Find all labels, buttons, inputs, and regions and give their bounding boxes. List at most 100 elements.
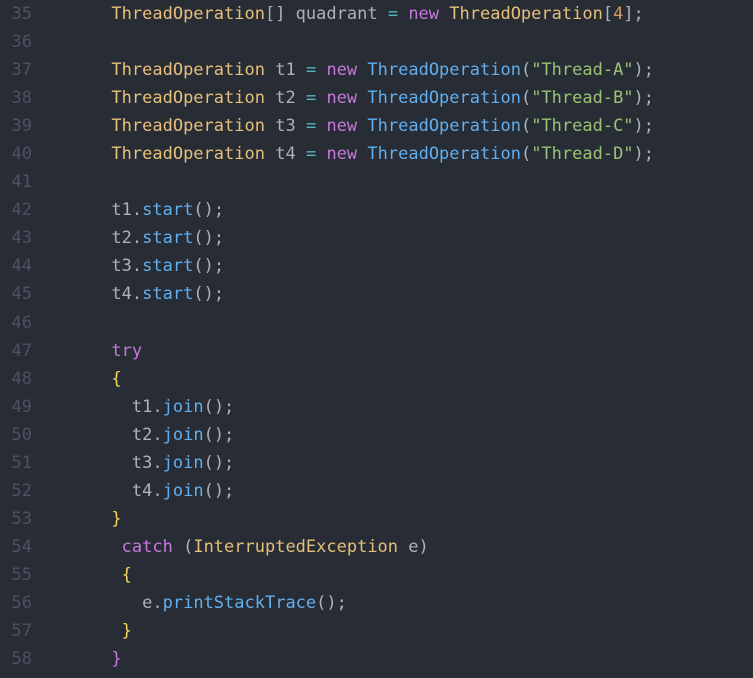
code-line[interactable]: ThreadOperation[] quadrant = new ThreadO… [50,0,753,28]
token-punct: [] [265,4,296,24]
token-kw: catch [122,537,173,557]
token-punct: (); [193,200,224,220]
line-number: 50 [0,421,32,449]
token-punct [357,116,367,136]
token-brace2: } [111,649,121,669]
token-str: "Thread-C" [531,116,633,136]
line-number: 41 [0,168,32,196]
token-punct: ) [419,537,429,557]
code-line[interactable]: ThreadOperation t2 = new ThreadOperation… [50,84,753,112]
code-line[interactable]: t4.join(); [50,477,753,505]
token-var: t3 [275,116,295,136]
token-punct: ( [521,88,531,108]
token-var: t4 [275,144,295,164]
token-type: ThreadOperation [111,144,265,164]
token-var: e [142,593,152,613]
token-punct [265,88,275,108]
token-type: ThreadOperation [111,60,265,80]
token-punct [265,144,275,164]
token-punct: (); [204,397,235,417]
code-line[interactable]: ThreadOperation t1 = new ThreadOperation… [50,56,753,84]
token-punct [296,88,306,108]
code-line[interactable]: } [50,645,753,673]
token-op: = [306,88,316,108]
token-punct: (); [204,425,235,445]
token-punct: ); [634,60,654,80]
token-type: ThreadOperation [111,116,265,136]
token-var: t4 [132,481,152,501]
code-line[interactable]: e.printStackTrace(); [50,589,753,617]
token-type: ThreadOperation [111,88,265,108]
token-brace: } [122,621,132,641]
token-punct: . [132,228,142,248]
token-fn: join [163,425,204,445]
line-number: 37 [0,56,32,84]
token-punct: ( [521,116,531,136]
token-str: "Thread-D" [531,144,633,164]
token-punct: (); [193,284,224,304]
line-number: 48 [0,365,32,393]
token-var: t2 [132,425,152,445]
token-brace: { [122,565,132,585]
token-punct: ( [521,144,531,164]
code-line[interactable]: catch (InterruptedException e) [50,533,753,561]
token-op: = [306,60,316,80]
token-type: ThreadOperation [111,4,265,24]
token-kw: try [111,341,142,361]
token-punct: . [152,397,162,417]
token-op: = [306,144,316,164]
code-line[interactable]: } [50,617,753,645]
token-type: ThreadOperation [449,4,603,24]
token-punct [398,537,408,557]
token-punct [357,144,367,164]
code-line[interactable]: ThreadOperation t4 = new ThreadOperation… [50,140,753,168]
line-number: 46 [0,309,32,337]
token-fn: ThreadOperation [367,144,521,164]
token-fn: ThreadOperation [367,116,521,136]
token-kw: new [326,144,357,164]
code-line[interactable] [50,28,753,56]
token-fn: printStackTrace [163,593,317,613]
token-var: t1 [275,60,295,80]
code-line[interactable]: try [50,337,753,365]
token-var: t3 [132,453,152,473]
token-fn: start [142,256,193,276]
token-op: = [306,116,316,136]
code-line[interactable]: t1.start(); [50,196,753,224]
token-fn: join [163,397,204,417]
code-line[interactable]: t2.join(); [50,421,753,449]
code-line[interactable]: } [50,505,753,533]
token-fn: start [142,284,193,304]
code-line[interactable]: t3.join(); [50,449,753,477]
token-punct: . [132,284,142,304]
code-line[interactable]: t1.join(); [50,393,753,421]
line-number: 51 [0,449,32,477]
token-type: InterruptedException [193,537,398,557]
token-punct [316,144,326,164]
line-number: 39 [0,112,32,140]
line-number: 52 [0,477,32,505]
code-line[interactable]: t3.start(); [50,252,753,280]
token-punct: . [152,481,162,501]
token-kw: new [408,4,439,24]
token-punct [316,116,326,136]
token-punct: (); [204,453,235,473]
code-line[interactable]: t2.start(); [50,224,753,252]
token-punct: . [132,256,142,276]
code-line[interactable] [50,309,753,337]
code-line[interactable]: { [50,561,753,589]
line-number: 54 [0,533,32,561]
token-punct [265,116,275,136]
code-editor[interactable]: 3536373839404142434445464748495051525354… [0,0,753,678]
token-punct: (); [204,481,235,501]
code-line[interactable]: { [50,365,753,393]
token-punct: . [152,593,162,613]
code-area[interactable]: ThreadOperation[] quadrant = new ThreadO… [50,0,753,678]
code-line[interactable] [50,168,753,196]
code-line[interactable]: ThreadOperation t3 = new ThreadOperation… [50,112,753,140]
token-punct [316,88,326,108]
line-number: 42 [0,196,32,224]
token-punct: (); [193,256,224,276]
code-line[interactable]: t4.start(); [50,280,753,308]
line-number: 38 [0,84,32,112]
